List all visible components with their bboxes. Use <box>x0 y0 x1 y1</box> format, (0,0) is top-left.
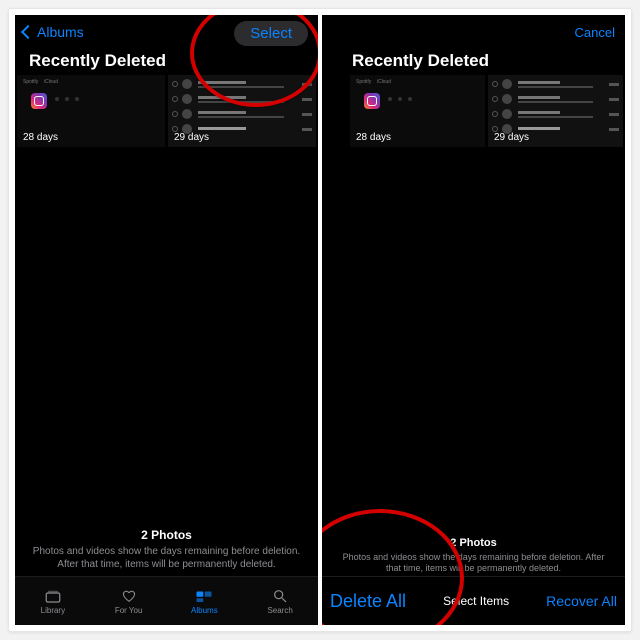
page-title: Recently Deleted <box>15 49 318 75</box>
days-remaining: 28 days <box>356 132 391 143</box>
days-remaining: 28 days <box>23 132 58 143</box>
heart-icon <box>120 588 138 604</box>
chevron-left-icon <box>21 25 35 39</box>
action-bar: Delete All Select Items Recover All <box>322 576 625 625</box>
library-icon <box>44 588 62 604</box>
footer-description: Photos and videos show the days remainin… <box>336 552 611 575</box>
tab-search[interactable]: Search <box>242 577 318 625</box>
cancel-button[interactable]: Cancel <box>575 25 615 40</box>
nav-bar: Albums Select <box>15 15 318 49</box>
footer-info: 2 Photos Photos and videos show the days… <box>15 528 318 571</box>
delete-all-button[interactable]: Delete All <box>330 591 406 612</box>
footer-info: 2 Photos Photos and videos show the days… <box>322 537 625 575</box>
photo-thumb[interactable]: 29 days <box>168 75 316 147</box>
photo-count: 2 Photos <box>336 537 611 549</box>
footer-description: Photos and videos show the days remainin… <box>29 545 304 571</box>
recover-all-button[interactable]: Recover All <box>546 593 617 609</box>
screenshot-right: Cancel Recently Deleted Spotify iCloud 2… <box>322 15 625 625</box>
photo-count: 2 Photos <box>29 528 304 542</box>
screenshot-left: Albums Select Recently Deleted Spotify i… <box>15 15 318 625</box>
tab-library[interactable]: Library <box>15 577 91 625</box>
back-to-albums[interactable]: Albums <box>23 24 84 40</box>
search-icon <box>271 588 289 604</box>
back-label: Albums <box>37 24 84 40</box>
page-title: Recently Deleted <box>322 49 625 75</box>
photo-thumb[interactable]: 29 days <box>488 75 623 147</box>
days-remaining: 29 days <box>494 132 529 143</box>
tab-albums[interactable]: Albums <box>167 577 243 625</box>
tab-bar: Library For You Albums Search <box>15 576 318 625</box>
days-remaining: 29 days <box>174 132 209 143</box>
photo-thumb[interactable]: Spotify iCloud 28 days <box>17 75 165 147</box>
photo-grid: Spotify iCloud 28 days 29 days <box>322 75 625 147</box>
photo-grid: Spotify iCloud 28 days 29 days <box>15 75 318 147</box>
select-items-label: Select Items <box>443 594 509 608</box>
select-button[interactable]: Select <box>234 21 308 46</box>
instagram-icon <box>364 93 380 109</box>
instagram-icon <box>31 93 47 109</box>
photo-thumb[interactable]: Spotify iCloud 28 days <box>350 75 485 147</box>
tab-for-you[interactable]: For You <box>91 577 167 625</box>
albums-icon <box>195 588 213 604</box>
nav-bar: Cancel <box>322 15 625 49</box>
